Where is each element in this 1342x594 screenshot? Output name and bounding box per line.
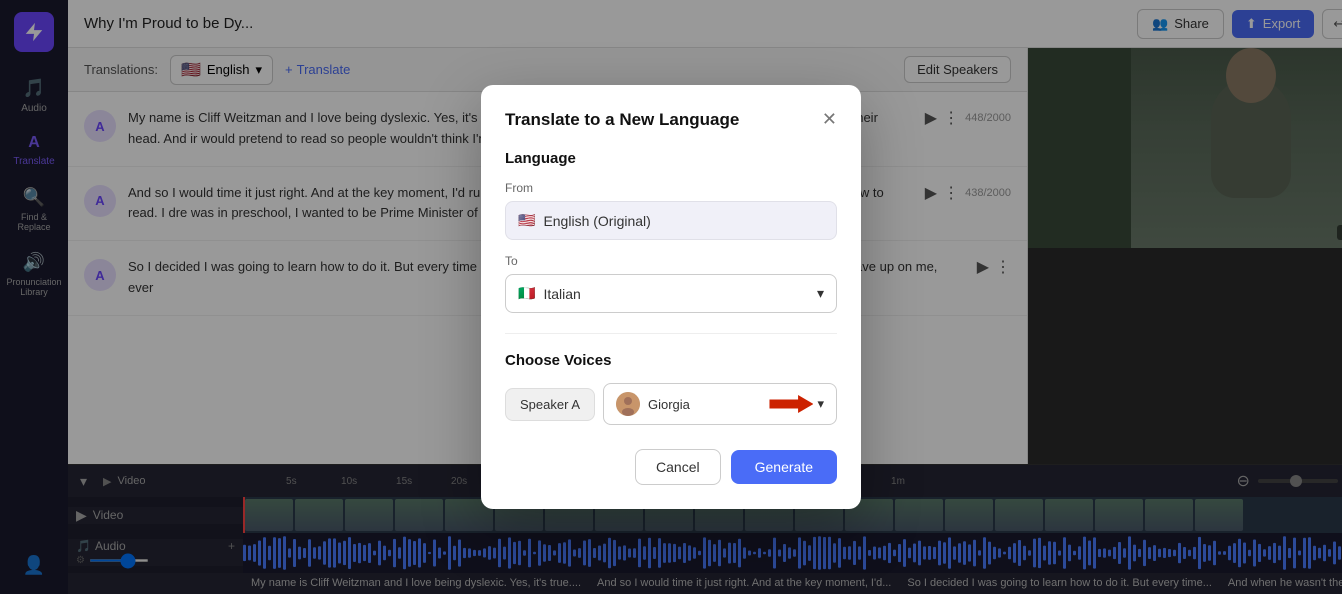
- voice-row: Speaker A Giorgia: [505, 383, 837, 425]
- from-field-label: From: [505, 181, 837, 195]
- voice-select[interactable]: Giorgia ▾: [603, 383, 837, 425]
- to-flag: 🇮🇹: [518, 285, 535, 302]
- language-section: Language From 🇺🇸 English (Original) To 🇮…: [505, 150, 837, 313]
- modal-divider: [505, 333, 837, 334]
- modal-overlay: Translate to a New Language ✕ Language F…: [0, 0, 1342, 594]
- modal-title: Translate to a New Language: [505, 110, 739, 130]
- voice-avatar: [616, 392, 640, 416]
- choose-voices-section: Choose Voices Speaker A Giorgia: [505, 352, 837, 425]
- modal-close-button[interactable]: ✕: [822, 109, 837, 130]
- generate-button[interactable]: Generate: [731, 450, 837, 484]
- to-select[interactable]: 🇮🇹 Italian ▾: [505, 274, 837, 313]
- from-input: 🇺🇸 English (Original): [505, 201, 837, 240]
- voice-chevron-icon: ▾: [817, 396, 824, 412]
- translate-modal: Translate to a New Language ✕ Language F…: [481, 85, 861, 509]
- modal-footer: Cancel Generate: [505, 449, 837, 485]
- arrow-indicator: [769, 395, 813, 413]
- modal-header: Translate to a New Language ✕: [505, 109, 837, 130]
- language-section-label: Language: [505, 150, 837, 167]
- to-value: Italian: [543, 286, 580, 302]
- cancel-button[interactable]: Cancel: [635, 449, 721, 485]
- to-field-label: To: [505, 254, 837, 268]
- from-flag: 🇺🇸: [518, 212, 535, 229]
- to-chevron-icon: ▾: [817, 285, 824, 302]
- from-value: English (Original): [543, 213, 650, 229]
- voice-name: Giorgia: [648, 397, 690, 412]
- speaker-tag: Speaker A: [505, 388, 595, 421]
- choose-voices-label: Choose Voices: [505, 352, 837, 369]
